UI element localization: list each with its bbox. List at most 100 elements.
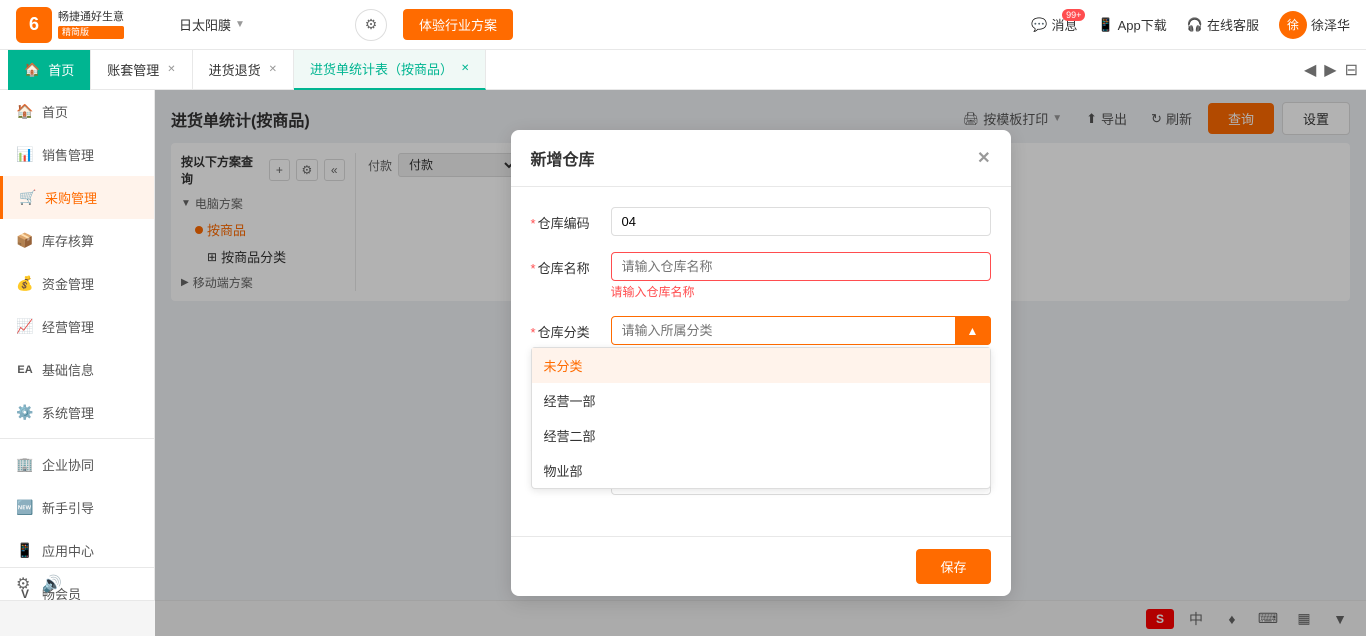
name-control: 请输入仓库名称 bbox=[611, 252, 991, 300]
message-btn[interactable]: 💬 消息 99+ bbox=[1031, 15, 1077, 34]
dropdown-item-ops2-label: 经营二部 bbox=[544, 429, 596, 444]
code-control bbox=[611, 207, 991, 236]
basic-info-sidebar-icon: EA bbox=[16, 361, 34, 379]
sidebar-item-operations[interactable]: 📈 经营管理 bbox=[0, 305, 154, 348]
app-center-sidebar-icon: 📱 bbox=[16, 542, 34, 560]
app-icon: 📱 bbox=[1097, 17, 1113, 33]
dropdown-item-ops1-label: 经营一部 bbox=[544, 394, 596, 409]
dropdown-item-ops1[interactable]: 经营一部 bbox=[532, 383, 990, 418]
sidebar-item-operations-label: 经营管理 bbox=[42, 317, 94, 336]
operations-sidebar-icon: 📈 bbox=[16, 318, 34, 336]
category-label: 仓库分类 bbox=[531, 316, 611, 341]
header-right: 💬 消息 99+ 📱 App下载 🎧 在线客服 徐 徐泽华 bbox=[1031, 11, 1350, 39]
store-selector[interactable]: 日太阳膜 ▼ bbox=[179, 15, 339, 34]
tab-next-icon[interactable]: ▶ bbox=[1324, 60, 1336, 80]
tab-home-label: 首页 bbox=[48, 60, 74, 79]
sidebar-item-enterprise[interactable]: 🏢 企业协同 bbox=[0, 443, 154, 486]
finance-sidebar-icon: 💰 bbox=[16, 275, 34, 293]
settings-footer-icon[interactable]: ⚙ bbox=[16, 574, 30, 594]
sidebar-item-sales[interactable]: 📊 销售管理 bbox=[0, 133, 154, 176]
sidebar-item-finance-label: 资金管理 bbox=[42, 274, 94, 293]
code-input[interactable] bbox=[611, 207, 991, 236]
sidebar-item-basic-info[interactable]: EA 基础信息 bbox=[0, 348, 154, 391]
top-header: 6 畅捷通好生意 精简版 日太阳膜 ▼ ⚙ 体验行业方案 💬 消息 99+ 📱 … bbox=[0, 0, 1366, 50]
sidebar-item-system-label: 系统管理 bbox=[42, 403, 94, 422]
tab-purchase-returns[interactable]: 进货退货 ✕ bbox=[193, 50, 294, 90]
app-download-btn[interactable]: 📱 App下载 bbox=[1097, 15, 1166, 34]
sidebar-item-guide[interactable]: 🆕 新手引导 bbox=[0, 486, 154, 529]
header-tools: ⚙ 体验行业方案 bbox=[355, 9, 513, 41]
sidebar-item-system[interactable]: ⚙️ 系统管理 bbox=[0, 391, 154, 434]
tab-prev-icon[interactable]: ◀ bbox=[1304, 60, 1316, 80]
tab-accounts-label: 账套管理 bbox=[107, 60, 159, 79]
category-dropdown-btn[interactable]: ▲ bbox=[955, 316, 991, 345]
dropdown-item-uncategorized-label: 未分类 bbox=[544, 359, 583, 374]
home-icon: 🏠 bbox=[24, 62, 40, 78]
dialog-close-button[interactable]: ✕ bbox=[977, 148, 990, 168]
sidebar-item-sales-label: 销售管理 bbox=[42, 145, 94, 164]
dropdown-item-uncategorized[interactable]: 未分类 bbox=[532, 348, 990, 383]
form-row-code: 仓库编码 bbox=[531, 207, 991, 236]
app-logo-icon: 6 bbox=[16, 7, 52, 43]
tab-accounts[interactable]: 账套管理 ✕ bbox=[91, 50, 192, 90]
dialog-footer: 保存 bbox=[511, 536, 1011, 596]
sidebar-item-basic-info-label: 基础信息 bbox=[42, 360, 94, 379]
form-row-category: 仓库分类 ▲ 未分类 bbox=[531, 316, 991, 345]
message-badge: 99+ bbox=[1062, 9, 1085, 21]
sidebar-item-inventory-label: 库存核算 bbox=[42, 231, 94, 250]
sidebar-item-finance[interactable]: 💰 资金管理 bbox=[0, 262, 154, 305]
message-icon: 💬 bbox=[1031, 17, 1047, 33]
tab-purchase-stats-label: 进货单统计表（按商品） bbox=[310, 59, 453, 78]
home-sidebar-icon: 🏠 bbox=[16, 103, 34, 121]
logo-badge: 精简版 bbox=[58, 26, 124, 40]
tab-menu-icon[interactable]: ⊟ bbox=[1345, 60, 1358, 80]
system-sidebar-icon: ⚙️ bbox=[16, 404, 34, 422]
user-profile[interactable]: 徐 徐泽华 bbox=[1279, 11, 1350, 39]
tab-purchase-returns-label: 进货退货 bbox=[209, 60, 261, 79]
sidebar-item-home-label: 首页 bbox=[42, 102, 68, 121]
name-error-msg: 请输入仓库名称 bbox=[611, 283, 991, 300]
sidebar-item-app-center[interactable]: 📱 应用中心 bbox=[0, 529, 154, 572]
sidebar-item-inventory[interactable]: 📦 库存核算 bbox=[0, 219, 154, 262]
speaker-icon[interactable]: 🔊 bbox=[42, 574, 62, 594]
sidebar-item-app-center-label: 应用中心 bbox=[42, 541, 94, 560]
sidebar-item-guide-label: 新手引导 bbox=[42, 498, 94, 517]
category-control: ▲ 未分类 经营一部 经营二部 bbox=[611, 316, 991, 345]
avatar: 徐 bbox=[1279, 11, 1307, 39]
logo-name: 畅捷通好生意 bbox=[58, 10, 124, 24]
guide-sidebar-icon: 🆕 bbox=[16, 499, 34, 517]
enterprise-sidebar-icon: 🏢 bbox=[16, 456, 34, 474]
dialog-overlay: 新增仓库 ✕ 仓库编码 仓库名称 bbox=[155, 90, 1366, 636]
inventory-sidebar-icon: 📦 bbox=[16, 232, 34, 250]
tab-bar: 🏠 首页 账套管理 ✕ 进货退货 ✕ 进货单统计表（按商品） ✕ ◀ ▶ ⊟ bbox=[0, 50, 1366, 90]
dropdown-item-ops2[interactable]: 经营二部 bbox=[532, 418, 990, 453]
save-button[interactable]: 保存 bbox=[916, 549, 990, 584]
name-input[interactable] bbox=[611, 252, 991, 281]
online-service-label: 在线客服 bbox=[1207, 15, 1259, 34]
sidebar-item-purchase[interactable]: 🛒 采购管理 bbox=[0, 176, 154, 219]
tab-purchase-returns-close[interactable]: ✕ bbox=[269, 64, 277, 75]
new-warehouse-dialog: 新增仓库 ✕ 仓库编码 仓库名称 bbox=[511, 130, 1011, 596]
category-input[interactable] bbox=[611, 316, 991, 345]
category-dropdown-list: 未分类 经营一部 经营二部 物业部 bbox=[531, 347, 991, 489]
headset-icon: 🎧 bbox=[1187, 17, 1203, 33]
dropdown-item-property-label: 物业部 bbox=[544, 464, 583, 479]
content-area: 进货单统计(按商品) 🖨 按模板打印 ▼ ⬆ 导出 ↻ 刷新 查询 设置 bbox=[155, 90, 1366, 636]
try-industry-button[interactable]: 体验行业方案 bbox=[403, 9, 513, 40]
logo-text: 畅捷通好生意 精简版 bbox=[58, 10, 124, 40]
code-label: 仓库编码 bbox=[531, 207, 611, 232]
main-layout: 🏠 首页 📊 销售管理 🛒 采购管理 📦 库存核算 💰 资金管理 📈 经营管理 … bbox=[0, 90, 1366, 636]
online-service-btn[interactable]: 🎧 在线客服 bbox=[1187, 15, 1259, 34]
settings-icon-btn[interactable]: ⚙ bbox=[355, 9, 387, 41]
sidebar-item-purchase-label: 采购管理 bbox=[45, 188, 97, 207]
logo-area: 6 畅捷通好生意 精简版 bbox=[16, 7, 171, 43]
tab-purchase-stats-close[interactable]: ✕ bbox=[461, 63, 469, 74]
sidebar-item-home[interactable]: 🏠 首页 bbox=[0, 90, 154, 133]
tab-purchase-stats[interactable]: 进货单统计表（按商品） ✕ bbox=[294, 50, 486, 90]
dialog-header: 新增仓库 ✕ bbox=[511, 130, 1011, 187]
tab-bar-controls: ◀ ▶ ⊟ bbox=[1304, 60, 1358, 80]
tab-accounts-close[interactable]: ✕ bbox=[167, 64, 175, 75]
dropdown-item-property[interactable]: 物业部 bbox=[532, 453, 990, 488]
dialog-body: 仓库编码 仓库名称 请输入仓库名称 bbox=[511, 187, 1011, 536]
tab-home[interactable]: 🏠 首页 bbox=[8, 50, 91, 90]
